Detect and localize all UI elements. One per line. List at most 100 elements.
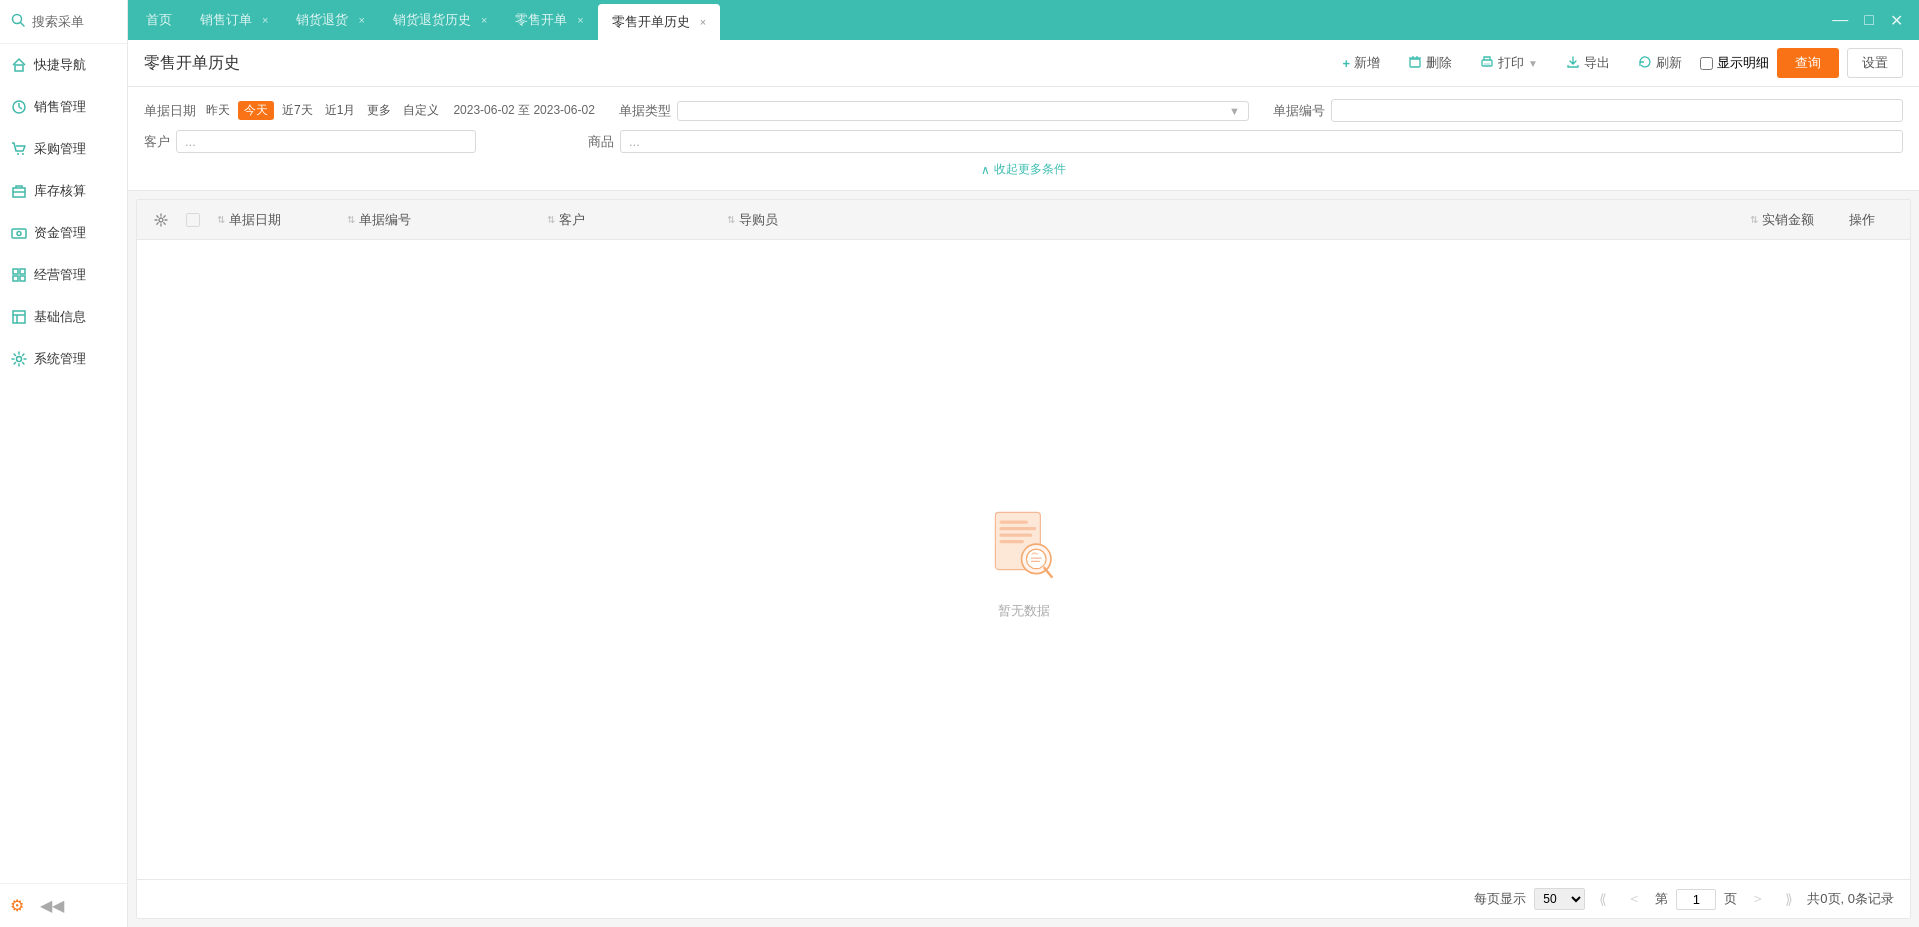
main-area: 首页 销售订单 × 销货退货 × 销货退货历史 × 零售开单 × 零售开单历史 … [128,0,1919,927]
tab-retail-open-label: 零售开单 [515,11,567,29]
search-icon [10,12,26,31]
tab-sales-return-history-close[interactable]: × [481,14,487,26]
print-arrow-icon: ▼ [1528,58,1538,69]
tab-retail-open-close[interactable]: × [577,14,583,26]
sidebar-item-ops-mgmt[interactable]: 经营管理 [0,254,127,296]
date-btn-last7[interactable]: 近7天 [278,100,317,121]
settings-bottom-icon[interactable]: ⚙ [10,896,24,915]
delete-button[interactable]: 删除 [1398,49,1462,77]
svg-rect-11 [20,269,25,274]
th-amount-label: 实销金额 [1762,211,1814,229]
collapse-up-icon: ∧ [981,163,990,177]
refresh-button[interactable]: 刷新 [1628,49,1692,77]
page-input[interactable] [1676,889,1716,910]
table-icon [10,308,28,326]
sidebar-item-label: 快捷导航 [34,56,86,74]
tab-sales-return-close[interactable]: × [358,14,364,26]
svg-point-4 [17,153,19,155]
page-prev-btn[interactable]: ＜ [1621,888,1647,910]
query-button[interactable]: 查询 [1777,48,1839,78]
th-amount[interactable]: ⇅ 实销金额 [839,211,1822,229]
th-client-sort-icon: ⇅ [547,214,555,225]
svg-rect-27 [999,527,1036,530]
filter-product-label: 商品 [588,133,614,151]
sidebar-item-finance[interactable]: 资金管理 [0,212,127,254]
tab-sales-order-close[interactable]: × [262,14,268,26]
per-page-label: 每页显示 [1474,890,1526,908]
sidebar-item-inventory[interactable]: 库存核算 [0,170,127,212]
tab-home[interactable]: 首页 [132,0,186,40]
filter-customer-select[interactable]: ... [176,130,476,153]
filter-collapse-label: 收起更多条件 [994,161,1066,178]
tab-sales-order[interactable]: 销售订单 × [186,0,282,40]
filter-collapse-btn[interactable]: ∧ 收起更多条件 [144,161,1903,178]
setting-button[interactable]: 设置 [1847,48,1903,78]
sidebar-item-sales-mgmt[interactable]: 销售管理 [0,86,127,128]
header-checkbox[interactable] [186,213,200,227]
filter-date-item: 单据日期 昨天 今天 近7天 近1月 更多 自定义 2023-06-02 至 2… [144,100,595,121]
date-btn-today[interactable]: 今天 [238,101,274,120]
th-guide[interactable]: ⇅ 导购员 [719,211,839,229]
per-page-select[interactable]: 50 10 20 100 [1534,888,1585,910]
tabs-right-controls: — □ ✕ [1828,7,1915,34]
export-button[interactable]: 导出 [1556,49,1620,77]
th-client-label: 客户 [559,211,585,229]
delete-icon [1408,55,1422,72]
sidebar-item-label: 采购管理 [34,140,86,158]
filter-number-input[interactable] [1331,99,1903,122]
page-first-btn[interactable]: ⟪ [1593,889,1613,909]
th-client[interactable]: ⇅ 客户 [539,211,719,229]
date-btn-last1m[interactable]: 近1月 [321,100,360,121]
sidebar-item-purchase-mgmt[interactable]: 采购管理 [0,128,127,170]
window-maximize-btn[interactable]: □ [1860,7,1878,33]
add-button[interactable]: + 新增 [1333,49,1391,77]
sidebar-item-sys-mgmt[interactable]: 系统管理 [0,338,127,380]
sidebar-search-label: 搜索采单 [32,13,84,31]
tab-sales-return-history[interactable]: 销货退货历史 × [379,0,501,40]
sidebar-bottom: ⚙ ◀◀ [0,883,127,927]
tab-retail-history[interactable]: 零售开单历史 × [598,4,720,40]
print-button[interactable]: 打印 ▼ [1470,49,1548,77]
th-date[interactable]: ⇅ 单据日期 [209,211,339,229]
sidebar-search[interactable]: 搜索采单 [0,0,127,44]
window-minimize-btn[interactable]: — [1828,7,1852,33]
svg-rect-13 [20,276,25,281]
show-detail-checkbox-label[interactable]: 显示明细 [1700,54,1769,72]
date-btn-custom[interactable]: 自定义 [399,100,443,121]
th-op-label: 操作 [1849,211,1875,229]
date-btn-yesterday[interactable]: 昨天 [202,100,234,121]
gear-icon [10,350,28,368]
svg-rect-14 [13,311,25,323]
sidebar-item-base-info[interactable]: 基础信息 [0,296,127,338]
th-number[interactable]: ⇅ 单据编号 [339,211,539,229]
page-next-btn[interactable]: ＞ [1745,888,1771,910]
sidebar-item-quick-nav[interactable]: 快捷导航 [0,44,127,86]
show-detail-checkbox[interactable] [1700,57,1713,70]
th-check[interactable] [177,213,209,227]
tab-retail-open[interactable]: 零售开单 × [501,0,597,40]
chart-icon [10,98,28,116]
filter-product-select[interactable]: ... [620,130,1903,153]
window-close-btn[interactable]: ✕ [1886,7,1907,34]
svg-point-17 [17,357,22,362]
tab-retail-history-close[interactable]: × [700,16,706,28]
tab-sales-return-history-label: 销货退货历史 [393,11,471,29]
th-op: 操作 [1822,211,1902,229]
th-date-sort-icon: ⇅ [217,214,225,225]
sidebar-item-label: 资金管理 [34,224,86,242]
page-label: 页 [1724,890,1737,908]
ops-icon [10,266,28,284]
money-icon [10,224,28,242]
collapse-sidebar-icon[interactable]: ◀◀ [40,896,64,915]
page-last-btn[interactable]: ⟫ [1779,889,1799,909]
filter-type-select[interactable]: ▼ [677,101,1249,121]
filter-number-item: 单据编号 [1273,99,1903,122]
th-guide-sort-icon: ⇅ [727,214,735,225]
th-settings[interactable] [145,213,177,227]
toolbar: 零售开单历史 + 新增 删除 打印 ▼ [128,40,1919,87]
tab-sales-return[interactable]: 销货退货 × [282,0,378,40]
filter-customer-item: 客户 ... [144,130,544,153]
svg-point-31 [1026,549,1046,569]
date-btn-more[interactable]: 更多 [363,100,395,121]
svg-point-9 [17,232,21,236]
